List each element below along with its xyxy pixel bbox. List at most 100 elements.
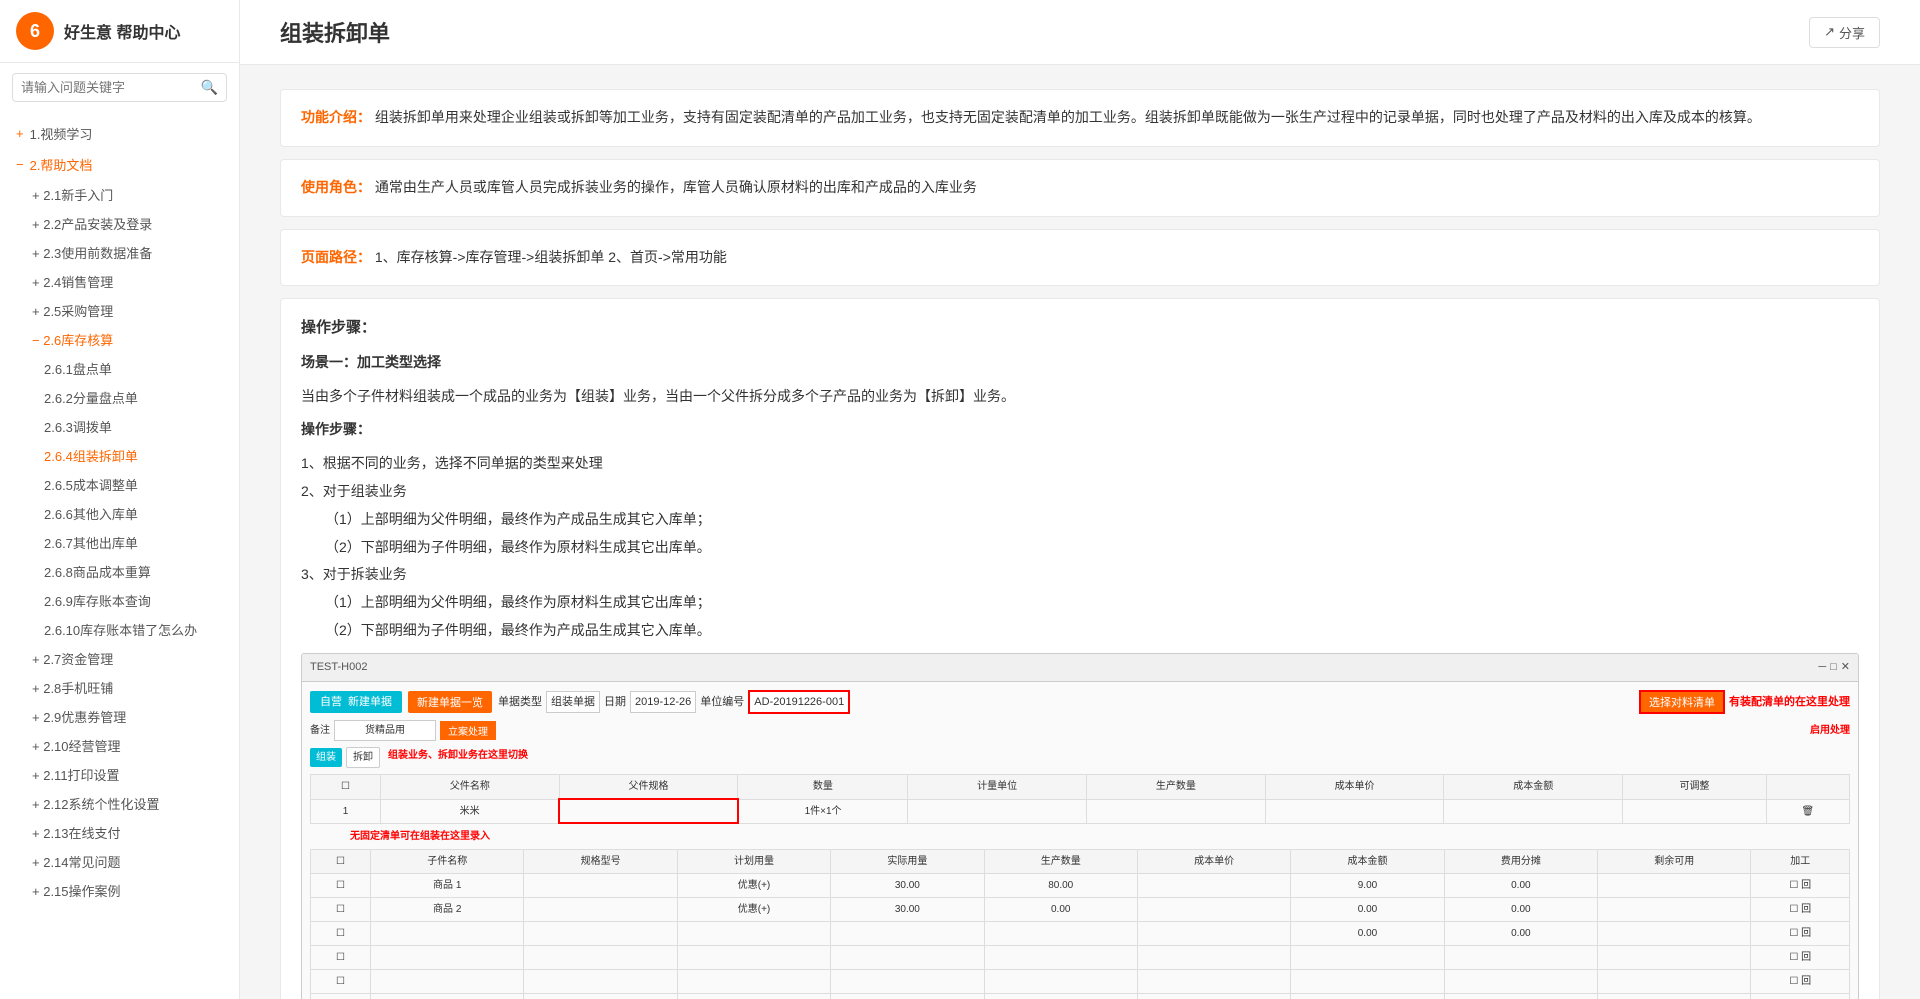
lower-table-row-4: ☐ ☐ 回	[311, 946, 1850, 970]
mock-remark-field[interactable]: 货精品用	[334, 720, 436, 741]
mock-upper-table: ☐ 父件名称 父件规格 数量 计量单位 生产数量 成本单价 成本金额 可调整	[310, 774, 1850, 824]
intro-label: 功能介绍：	[301, 109, 371, 125]
role-text: 通常由生产人员或库管人员完成拆装业务的操作，库管人员确认原材料的出库和产成品的入…	[375, 179, 977, 195]
sidebar-item-s2610[interactable]: 2.6.10库存账本错了怎么办	[0, 615, 239, 644]
search-box[interactable]: 🔍	[12, 73, 227, 102]
sidebar-item-s265[interactable]: 2.6.5成本调整单	[0, 470, 239, 499]
role-label: 使用角色：	[301, 179, 371, 195]
sidebar-item-s263[interactable]: 2.6.3调拨单	[0, 412, 239, 441]
mock-btn-select-bom[interactable]: 选择对料清单	[1639, 690, 1725, 714]
main-area: 组装拆卸单 ↗ 分享 功能介绍： 组装拆卸单用来处理企业组装或拆卸等加工业务，支…	[240, 0, 1920, 999]
sidebar-item-s269[interactable]: 2.6.9库存账本查询	[0, 586, 239, 615]
mock-btn-new[interactable]: 新建单据一览	[408, 691, 492, 713]
logo-icon: 6	[16, 12, 54, 50]
sidebar-item-s210[interactable]: + 2.10经营管理	[0, 731, 239, 760]
parent-spec-highlight	[559, 799, 738, 823]
plus-icon-s211: +	[32, 768, 43, 783]
sidebar-item-s27[interactable]: + 2.7资金管理	[0, 644, 239, 673]
sidebar-item-section1[interactable]: + 1.视频学习	[0, 118, 239, 149]
role-card: 使用角色： 通常由生产人员或库管人员完成拆装业务的操作，库管人员确认原材料的出库…	[280, 159, 1880, 217]
sidebar-item-s267[interactable]: 2.6.7其他出库单	[0, 528, 239, 557]
mock-annotation-row: 备注 货精品用 立案处理 启用处理	[310, 720, 1850, 741]
sidebar-item-s23[interactable]: + 2.3使用前数据准备	[0, 238, 239, 267]
step-1: 1、根据不同的业务，选择不同单据的类型来处理	[301, 452, 1859, 476]
sidebar-item-s22[interactable]: + 2.2产品安装及登录	[0, 209, 239, 238]
sidebar-item-s215[interactable]: + 2.15操作案例	[0, 876, 239, 905]
search-button[interactable]: 🔍	[201, 79, 218, 96]
nav-list: + 1.视频学习 − 2.帮助文档 + 2.1新手入门 + 2.2产品安装及登录…	[0, 112, 239, 911]
step-title: 操作步骤：	[301, 421, 371, 437]
mock-lower-table: ☐ 子件名称 规格型号 计划用量 实际用量 生产数量 成本单价 成本金额 费用分…	[310, 849, 1850, 999]
annotation-apply: 启用处理	[1810, 722, 1850, 739]
sidebar-sub-sub-list-s26: 2.6.1盘点单 2.6.2分量盘点单 2.6.3调拨单 2.6.4组装拆卸单 …	[0, 354, 239, 644]
sidebar-item-s21[interactable]: + 2.1新手入门	[0, 180, 239, 209]
sidebar-item-s262[interactable]: 2.6.2分量盘点单	[0, 383, 239, 412]
mock-lower-annotation: 无固定清单可在组装在这里录入	[310, 828, 1850, 845]
sidebar-item-s268[interactable]: 2.6.8商品成本重算	[0, 557, 239, 586]
sidebar-item-section2[interactable]: − 2.帮助文档	[0, 149, 239, 180]
intro-text: 组装拆卸单用来处理企业组装或拆卸等加工业务，支持有固定装配清单的产品加工业务，也…	[375, 109, 1761, 125]
sidebar-item-s28[interactable]: + 2.8手机旺铺	[0, 673, 239, 702]
mock-switch-row: 组装 拆卸 组装业务、拆卸业务在这里切换	[310, 747, 1850, 768]
th-checkbox: ☐	[311, 775, 381, 800]
mock-assembly-tab[interactable]: 组装	[310, 748, 342, 767]
path-text: 1、库存核算->库存管理->组装拆卸单 2、首页->常用功能	[375, 249, 727, 265]
plus-icon-s21: +	[32, 188, 43, 203]
annotation-bom: 有装配清单的在这里处理	[1729, 693, 1850, 712]
plus-icon-s213: +	[32, 826, 43, 841]
sidebar-item-label-s2: 2.帮助文档	[30, 155, 93, 174]
plus-icon-s212: +	[32, 797, 43, 812]
plus-icon-s210: +	[32, 739, 43, 754]
app-title: 好生意 帮助中心	[64, 19, 180, 43]
sidebar-item-s25[interactable]: + 2.5采购管理	[0, 296, 239, 325]
lower-table-row-5: ☐ ☐ 回	[311, 970, 1850, 994]
share-icon: ↗	[1824, 24, 1835, 40]
mock-type-field[interactable]: 组装单据	[546, 691, 600, 714]
sidebar-item-s29[interactable]: + 2.9优惠券管理	[0, 702, 239, 731]
mock-module-tab[interactable]: 自营 新建单据	[310, 691, 402, 714]
mock-disassembly-tab[interactable]: 拆卸	[346, 747, 380, 768]
path-label: 页面路径：	[301, 249, 371, 265]
share-button[interactable]: ↗ 分享	[1809, 17, 1880, 48]
plus-icon-s215: +	[32, 884, 43, 899]
sidebar-item-s261[interactable]: 2.6.1盘点单	[0, 354, 239, 383]
lower-table-header: ☐ 子件名称 规格型号 计划用量 实际用量 生产数量 成本单价 成本金额 费用分…	[311, 850, 1850, 874]
sidebar-item-s24[interactable]: + 2.4销售管理	[0, 267, 239, 296]
step-2-2: （2）下部明细为子件明细，最终作为原材料生成其它出库单。	[301, 536, 1859, 560]
plus-icon-s29: +	[32, 710, 43, 725]
mock-type-switch: 组装 拆卸	[310, 747, 380, 768]
expand-icon-s1: +	[16, 126, 24, 141]
mock-btn-apply[interactable]: 立案处理	[440, 721, 496, 740]
screenshot-mockup: TEST-H002 ─ □ ✕ 自营 新建单据	[301, 653, 1859, 999]
sidebar-item-s212[interactable]: + 2.12系统个性化设置	[0, 789, 239, 818]
th-parent-name: 父件名称	[380, 775, 559, 800]
sidebar-item-s26[interactable]: − 2.6库存核算	[0, 325, 239, 354]
step-2: 2、对于组装业务	[301, 480, 1859, 504]
mock-upper-table-container: ☐ 父件名称 父件规格 数量 计量单位 生产数量 成本单价 成本金额 可调整	[310, 774, 1850, 824]
sidebar-item-s213[interactable]: + 2.13在线支付	[0, 818, 239, 847]
sidebar-item-s264[interactable]: 2.6.4组装拆卸单	[0, 441, 239, 470]
step-3-1: （1）上部明细为父件明细，最终作为原材料生成其它出库单；	[301, 591, 1859, 615]
mock-code-field[interactable]: AD-20191226-001	[748, 690, 850, 715]
mock-date-field[interactable]: 2019-12-26	[630, 691, 696, 714]
th-cost-amt: 成本金额	[1444, 775, 1623, 800]
mock-remark-row: 备注 货精品用 立案处理	[310, 720, 496, 741]
th-qty: 数量	[738, 775, 908, 800]
annotation-lower: 无固定清单可在组装在这里录入	[350, 828, 490, 845]
page-title: 组装拆卸单	[280, 16, 390, 48]
intro-card: 功能介绍： 组装拆卸单用来处理企业组装或拆卸等加工业务，支持有固定装配清单的产品…	[280, 89, 1880, 147]
annotation-switch: 组装业务、拆卸业务在这里切换	[388, 747, 528, 764]
sidebar-item-s211[interactable]: + 2.11打印设置	[0, 760, 239, 789]
search-input[interactable]	[21, 80, 201, 95]
sidebar-item-s266[interactable]: 2.6.6其他入库单	[0, 499, 239, 528]
lower-table-row-2: ☐ 商品 2 优惠(+) 30.00 0.00 0.00 0.00 ☐ 回	[311, 898, 1850, 922]
sidebar-item-label-s1: 1.视频学习	[30, 124, 93, 143]
step-3: 3、对于拆装业务	[301, 563, 1859, 587]
titlebar-controls: ─ □ ✕	[1818, 658, 1850, 677]
scene-title: 场景一：加工类型选择	[301, 354, 441, 370]
lower-table-row-3: ☐ 0.00 0.00 ☐ 回	[311, 922, 1850, 946]
plus-icon-s25: +	[32, 304, 43, 319]
main-header: 组装拆卸单 ↗ 分享	[240, 0, 1920, 65]
plus-icon-s214: +	[32, 855, 43, 870]
sidebar-item-s214[interactable]: + 2.14常见问题	[0, 847, 239, 876]
